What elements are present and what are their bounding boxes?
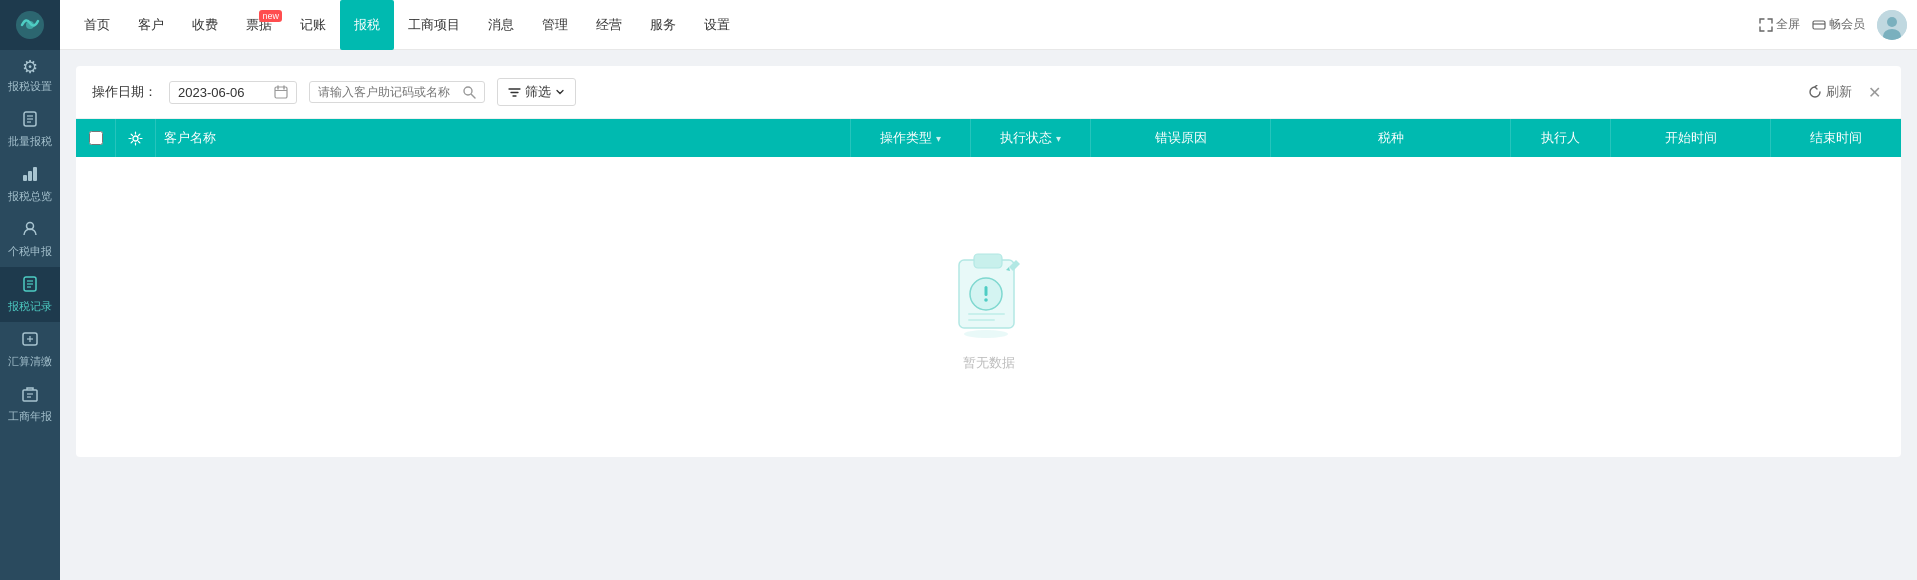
table-body: 暂无数据 — [76, 157, 1901, 457]
empty-illustration — [944, 242, 1034, 342]
hisuan-jiaona-icon — [21, 330, 39, 351]
svg-rect-8 — [33, 167, 37, 181]
search-wrap[interactable] — [309, 81, 485, 103]
nav-item-baoshui[interactable]: 报税 — [340, 0, 394, 50]
date-label: 操作日期： — [92, 83, 157, 101]
svg-rect-17 — [23, 390, 37, 401]
svg-point-39 — [964, 330, 1008, 338]
sidebar: ⚙ 报税设置 批量报税 报税总览 — [0, 0, 60, 580]
nav-item-kehu[interactable]: 客户 — [124, 0, 178, 50]
baoshui-zonlan-icon — [21, 165, 39, 186]
th-op-type[interactable]: 操作类型 ▾ — [851, 119, 971, 157]
search-icon — [462, 85, 476, 99]
refresh-button[interactable]: 刷新 — [1808, 83, 1852, 101]
svg-point-36 — [984, 298, 988, 302]
member-button[interactable]: 畅会员 — [1812, 16, 1865, 33]
svg-rect-7 — [28, 171, 32, 181]
nav-item-shezhi[interactable]: 设置 — [690, 0, 744, 50]
th-settings[interactable] — [116, 119, 156, 157]
fullscreen-icon — [1759, 18, 1773, 32]
filter-icon — [508, 86, 521, 99]
baoshui-shezhi-icon: ⚙ — [22, 58, 38, 76]
geshui-shenbao-icon — [21, 220, 39, 241]
nav-item-piaoju[interactable]: 票据 new — [232, 0, 286, 50]
nav-item-shoufei[interactable]: 收费 — [178, 0, 232, 50]
th-customer: 客户名称 — [156, 119, 851, 157]
nav-item-shouye[interactable]: 首页 — [70, 0, 124, 50]
settings-icon — [128, 131, 143, 146]
date-input[interactable] — [178, 85, 268, 100]
sidebar-item-baoshui-jilu[interactable]: 报税记录 — [0, 267, 60, 322]
svg-rect-25 — [275, 87, 287, 98]
svg-point-1 — [26, 21, 34, 29]
content-area: 操作日期： — [60, 50, 1917, 580]
sidebar-item-gongshang-nianbao[interactable]: 工商年报 — [0, 377, 60, 432]
nav-item-xiaoxi[interactable]: 消息 — [474, 0, 528, 50]
filter-button[interactable]: 筛选 — [497, 78, 576, 106]
svg-line-30 — [472, 95, 476, 99]
piliang-baoshui-icon — [21, 110, 39, 131]
main-container: 首页 客户 收费 票据 new 记账 报税 工商项目 消息 — [60, 0, 1917, 580]
th-tax-type: 税种 — [1271, 119, 1511, 157]
svg-rect-20 — [1813, 21, 1825, 29]
top-nav: 首页 客户 收费 票据 new 记账 报税 工商项目 消息 — [60, 0, 1917, 50]
select-all-checkbox[interactable] — [89, 131, 103, 145]
svg-point-23 — [1887, 17, 1897, 27]
sort-icon-exec: ▾ — [1056, 133, 1061, 144]
search-input[interactable] — [318, 85, 458, 99]
svg-rect-33 — [974, 254, 1002, 268]
nav-item-gongshang-xiangmu[interactable]: 工商项目 — [394, 0, 474, 50]
sidebar-item-baoshui-zonlan[interactable]: 报税总览 — [0, 157, 60, 212]
svg-rect-35 — [984, 286, 987, 296]
chevron-down-icon — [555, 87, 565, 97]
th-checkbox[interactable] — [76, 119, 116, 157]
sidebar-item-hisuan-jiaona[interactable]: 汇算清缴 — [0, 322, 60, 377]
gongshang-nianbao-icon — [21, 385, 39, 406]
nav-item-fuwu[interactable]: 服务 — [636, 0, 690, 50]
sort-icon: ▾ — [936, 133, 941, 144]
th-exec-status[interactable]: 执行状态 ▾ — [971, 119, 1091, 157]
date-input-wrap[interactable] — [169, 81, 297, 104]
nav-item-jizhang[interactable]: 记账 — [286, 0, 340, 50]
user-avatar[interactable] — [1877, 10, 1907, 40]
svg-point-29 — [464, 87, 472, 95]
table-header: 客户名称 操作类型 ▾ 执行状态 ▾ 错误原因 税种 执行人 — [76, 119, 1901, 157]
th-end-time: 结束时间 — [1771, 119, 1901, 157]
th-start-time: 开始时间 — [1611, 119, 1771, 157]
toolbar: 操作日期： — [76, 66, 1901, 119]
empty-state: 暂无数据 — [944, 202, 1034, 412]
member-icon — [1812, 18, 1826, 32]
nav-right: 全屏 畅会员 — [1759, 10, 1907, 40]
sidebar-item-baoshui-shezhi[interactable]: ⚙ 报税设置 — [0, 50, 60, 102]
nav-items: 首页 客户 收费 票据 new 记账 报税 工商项目 消息 — [70, 0, 1759, 50]
th-error-reason: 错误原因 — [1091, 119, 1271, 157]
app-logo[interactable] — [0, 0, 60, 50]
nav-item-jingying[interactable]: 经营 — [582, 0, 636, 50]
new-badge: new — [259, 10, 282, 23]
th-executor: 执行人 — [1511, 119, 1611, 157]
main-panel: 操作日期： — [76, 66, 1901, 457]
sidebar-item-geshui-shenbao[interactable]: 个税申报 — [0, 212, 60, 267]
svg-point-31 — [133, 136, 138, 141]
refresh-icon — [1808, 85, 1822, 99]
close-button[interactable]: ✕ — [1864, 83, 1885, 102]
calendar-icon — [274, 85, 288, 99]
sidebar-item-piliang-baoshui[interactable]: 批量报税 — [0, 102, 60, 157]
empty-text: 暂无数据 — [963, 354, 1015, 372]
fullscreen-button[interactable]: 全屏 — [1759, 16, 1800, 33]
svg-rect-6 — [23, 175, 27, 181]
nav-item-guanli[interactable]: 管理 — [528, 0, 582, 50]
baoshui-jilu-icon — [21, 275, 39, 296]
